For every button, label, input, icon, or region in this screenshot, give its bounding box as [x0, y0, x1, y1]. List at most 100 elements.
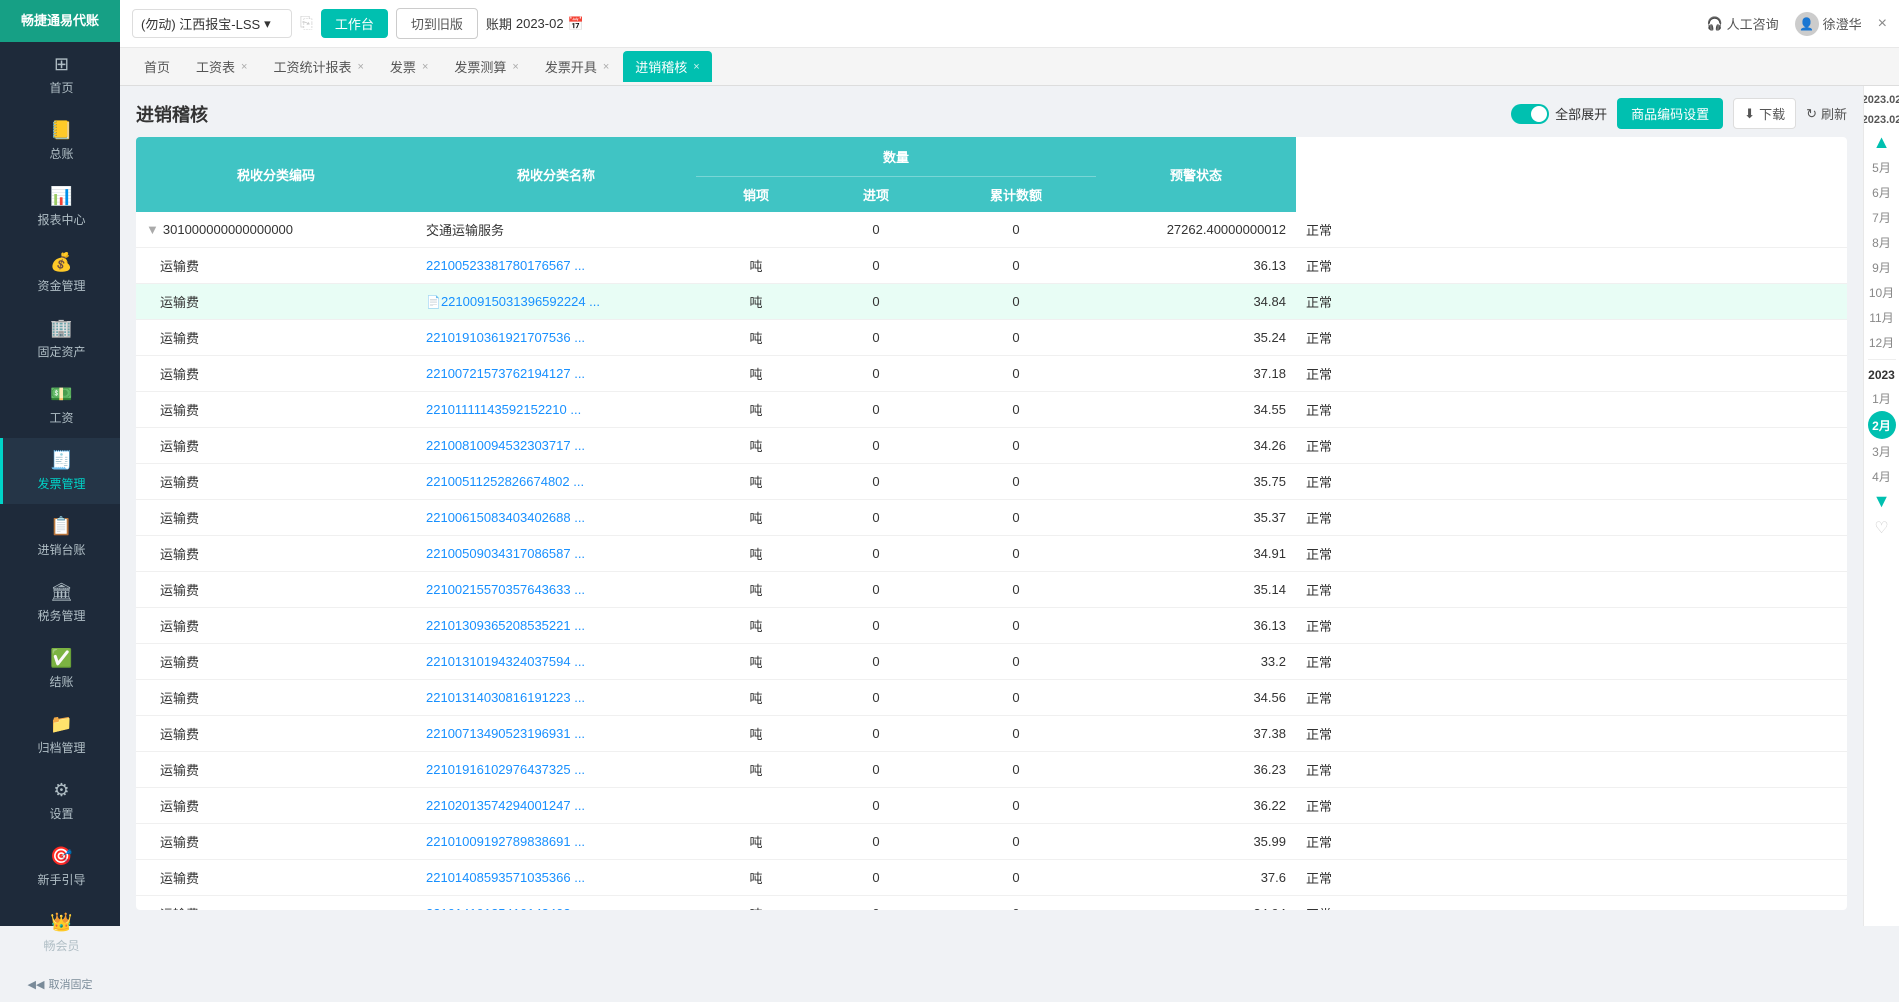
cell-sales: 0	[816, 428, 936, 464]
tab-close-icon[interactable]: ×	[241, 61, 247, 73]
month-12[interactable]: 12月	[1867, 330, 1896, 355]
cell-purchase: 0	[936, 824, 1096, 860]
toggle-thumb	[1531, 106, 1547, 122]
refresh-button[interactable]: ↻ 刷新	[1806, 104, 1847, 123]
month-9[interactable]: 9月	[1870, 255, 1893, 280]
sidebar-item-archive[interactable]: 📁 归档管理	[0, 702, 120, 768]
cell-unit: 吨	[696, 536, 816, 572]
cell-status: 正常	[1296, 536, 1847, 572]
cell-tax-name: 221008100945323037​17 ...	[416, 428, 696, 464]
cell-purchase: 0	[936, 356, 1096, 392]
tab-salary-table[interactable]: 工资表 ×	[184, 51, 259, 82]
cell-purchase: 0	[936, 212, 1096, 248]
tab-close-icon[interactable]: ×	[603, 61, 609, 73]
cell-status: 正常	[1296, 572, 1847, 608]
tab-close-icon[interactable]: ×	[693, 61, 699, 73]
switch-version-button[interactable]: 切到旧版	[396, 8, 478, 39]
table-row: 运输费221013093652085352​21 ...吨0036.13正常	[136, 608, 1847, 644]
cell-sales: 0	[816, 356, 936, 392]
cell-cumulative: 35.24	[1096, 320, 1296, 356]
cell-purchase: 0	[936, 896, 1096, 911]
tab-invoice-issue[interactable]: 发票开具 ×	[533, 51, 621, 82]
sidebar-item-guide[interactable]: 🎯 新手引导	[0, 834, 120, 900]
cell-purchase: 0	[936, 392, 1096, 428]
reports-icon: 📊	[50, 186, 72, 207]
month-5[interactable]: 5月	[1870, 155, 1893, 180]
month-2-active[interactable]: 2月	[1868, 411, 1896, 439]
table-row: 运输费221002155703576436​33 ...吨0035.14正常	[136, 572, 1847, 608]
page-title: 进销稽核	[136, 101, 208, 127]
cell-sales: 0	[816, 284, 936, 320]
close-window-button[interactable]: ×	[1878, 15, 1887, 33]
tab-sales-check[interactable]: 进销稽核 ×	[623, 51, 711, 82]
sidebar-item-settings[interactable]: ⚙ 设置	[0, 768, 120, 834]
unpin-button[interactable]: ◀◀ 取消固定	[0, 966, 120, 1002]
tab-invoice[interactable]: 发票 ×	[378, 51, 440, 82]
toggle-label: 全部展开	[1555, 104, 1607, 123]
cell-status: 正常	[1296, 248, 1847, 284]
user-name: 徐澄华	[1823, 14, 1862, 33]
company-name: (勿动) 江西报宝-LSS	[141, 14, 260, 33]
cell-unit: 吨	[696, 464, 816, 500]
sidebar-item-home[interactable]: ⊞ 首页	[0, 42, 120, 108]
cell-tax-name: 221013101943240375​94 ...	[416, 644, 696, 680]
cell-purchase: 0	[936, 248, 1096, 284]
support-button[interactable]: 🎧 人工咨询	[1706, 14, 1778, 33]
sidebar-item-close-accounts[interactable]: ✅ 结账	[0, 636, 120, 702]
cell-tax-code: 运输费	[136, 680, 416, 716]
table-row: 运输费221005233817801765​67 ...吨0036.13正常	[136, 248, 1847, 284]
cell-tax-code: 运输费	[136, 536, 416, 572]
tab-close-icon[interactable]: ×	[357, 61, 363, 73]
cell-purchase: 0	[936, 752, 1096, 788]
nav-down-button[interactable]: ▼	[1871, 489, 1893, 514]
user-menu[interactable]: 👤 徐澄华	[1795, 12, 1862, 36]
tab-invoice-calc[interactable]: 发票测算 ×	[442, 51, 530, 82]
month-6[interactable]: 6月	[1870, 180, 1893, 205]
sidebar-item-tax[interactable]: 🏛 税务管理	[0, 570, 120, 636]
sidebar-item-invoice-mgmt[interactable]: 🧾 发票管理	[0, 438, 120, 504]
workbench-button[interactable]: 工作台	[321, 9, 388, 38]
month-10[interactable]: 10月	[1867, 280, 1896, 305]
download-button[interactable]: ⬇ 下载	[1733, 98, 1796, 129]
tab-salary-stats[interactable]: 工资统计报表 ×	[261, 51, 375, 82]
sidebar-item-salary[interactable]: 💵 工资	[0, 372, 120, 438]
sidebar-item-ledger[interactable]: 📒 总账	[0, 108, 120, 174]
cell-purchase: 0	[936, 428, 1096, 464]
tab-close-icon[interactable]: ×	[422, 61, 428, 73]
toggle-track[interactable]	[1511, 104, 1549, 124]
month-1[interactable]: 1月	[1870, 386, 1893, 411]
cell-purchase: 0	[936, 680, 1096, 716]
table-row: 运输费221014085935710353​66 ...吨0037.6正常	[136, 860, 1847, 896]
tab-close-icon[interactable]: ×	[512, 61, 518, 73]
cell-unit: 吨	[696, 680, 816, 716]
cell-status: 正常	[1296, 824, 1847, 860]
expand-all-toggle[interactable]: 全部展开	[1511, 104, 1607, 124]
guide-icon: 🎯	[50, 846, 72, 867]
company-selector[interactable]: (勿动) 江西报宝-LSS ▾	[132, 9, 292, 38]
cell-status: 正常	[1296, 752, 1847, 788]
month-4[interactable]: 4月	[1870, 464, 1893, 489]
nav-up-button[interactable]: ▲	[1871, 130, 1893, 155]
tax-icon: 🏛	[50, 582, 73, 603]
cell-tax-code: 运输费	[136, 500, 416, 536]
cell-cumulative: 37.38	[1096, 716, 1296, 752]
sidebar-item-finance[interactable]: 💰 资金管理	[0, 240, 120, 306]
col-header-tax-code: 税收分类编码	[136, 137, 416, 212]
calendar-icon[interactable]: 📅	[568, 16, 584, 32]
month-8[interactable]: 8月	[1870, 230, 1893, 255]
cell-tax-name: 221005090343170865​87 ...	[416, 536, 696, 572]
app-logo: 畅捷通易代账	[0, 0, 120, 42]
month-3[interactable]: 3月	[1870, 439, 1893, 464]
month-7[interactable]: 7月	[1870, 205, 1893, 230]
month-11[interactable]: 11月	[1867, 305, 1895, 330]
sidebar-item-sales-ledger[interactable]: 📋 进销台账	[0, 504, 120, 570]
sidebar-item-member[interactable]: 👑 畅会员	[0, 900, 120, 966]
cell-status: 正常	[1296, 464, 1847, 500]
right-panel-year-label-1: 2023.02	[1863, 90, 1899, 110]
table-row: 运输费221013101943240375​94 ...吨0033.2正常	[136, 644, 1847, 680]
sidebar-item-assets[interactable]: 🏢 固定资产	[0, 306, 120, 372]
favorite-button[interactable]: ♡	[1870, 514, 1892, 542]
tab-home[interactable]: 首页	[132, 51, 182, 82]
sidebar-item-reports[interactable]: 📊 报表中心	[0, 174, 120, 240]
product-code-settings-button[interactable]: 商品编码设置	[1617, 98, 1723, 129]
